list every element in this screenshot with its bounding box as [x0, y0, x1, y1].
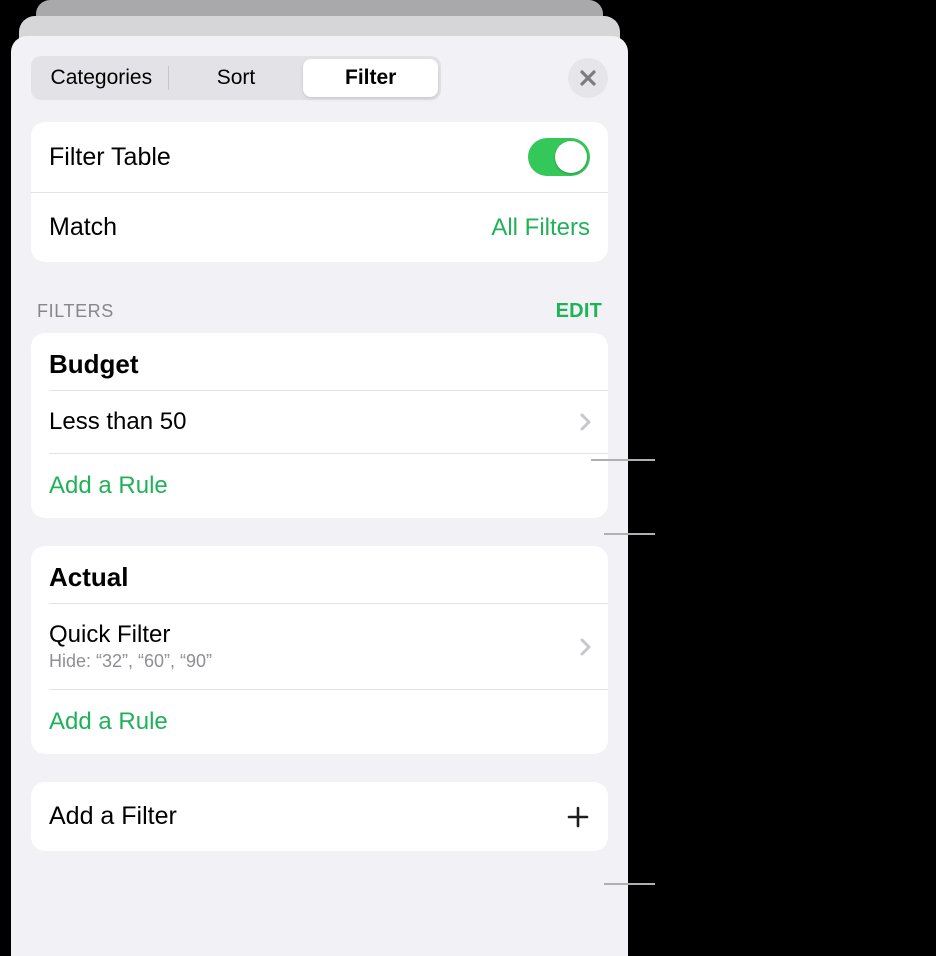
filter-table-label: Filter Table: [49, 143, 171, 172]
filter-group-title: Budget: [49, 349, 139, 379]
add-filter-label: Add a Filter: [49, 802, 177, 831]
tab-filter[interactable]: Filter: [303, 59, 438, 97]
filter-table-row: Filter Table: [31, 122, 608, 192]
match-label: Match: [49, 213, 117, 242]
filter-rule-row[interactable]: Quick Filter Hide: “32”, “60”, “90”: [49, 603, 608, 689]
callout-line: [591, 459, 655, 461]
add-filter-button[interactable]: Add a Filter: [31, 782, 608, 851]
filter-table-toggle[interactable]: [528, 138, 590, 176]
filter-rule-label: Quick Filter: [49, 621, 212, 649]
chevron-right-icon: [580, 412, 592, 432]
add-rule-label: Add a Rule: [49, 472, 168, 499]
tab-sort[interactable]: Sort: [169, 59, 304, 97]
filter-group-title: Actual: [49, 562, 128, 592]
filters-section-title: Filters: [37, 301, 114, 322]
filter-group-budget: Budget Less than 50 Add a Rule: [31, 333, 608, 518]
filter-rule-label: Less than 50: [49, 408, 186, 436]
add-rule-button[interactable]: Add a Rule: [49, 689, 608, 754]
sheet-header: Categories Sort Filter: [31, 56, 608, 100]
edit-filters-button[interactable]: EDIT: [556, 300, 602, 323]
callout-line: [604, 533, 655, 535]
plus-icon: [566, 805, 590, 829]
filter-sheet: Categories Sort Filter Filter Table Matc…: [11, 36, 628, 956]
callout-line: [604, 883, 655, 885]
add-rule-button[interactable]: Add a Rule: [49, 453, 608, 518]
add-rule-label: Add a Rule: [49, 708, 168, 735]
tab-categories[interactable]: Categories: [34, 59, 169, 97]
match-value: All Filters: [491, 214, 590, 242]
chevron-right-icon: [580, 637, 592, 657]
top-settings-card: Filter Table Match All Filters: [31, 122, 608, 262]
close-icon: [579, 69, 597, 87]
segmented-control: Categories Sort Filter: [31, 56, 441, 100]
filter-rule-sub: Hide: “32”, “60”, “90”: [49, 651, 212, 672]
match-row[interactable]: Match All Filters: [31, 192, 608, 262]
filter-group-actual: Actual Quick Filter Hide: “32”, “60”, “9…: [31, 546, 608, 754]
close-button[interactable]: [568, 58, 608, 98]
filters-section-header: Filters EDIT: [37, 300, 602, 323]
filter-rule-row[interactable]: Less than 50: [49, 390, 608, 453]
